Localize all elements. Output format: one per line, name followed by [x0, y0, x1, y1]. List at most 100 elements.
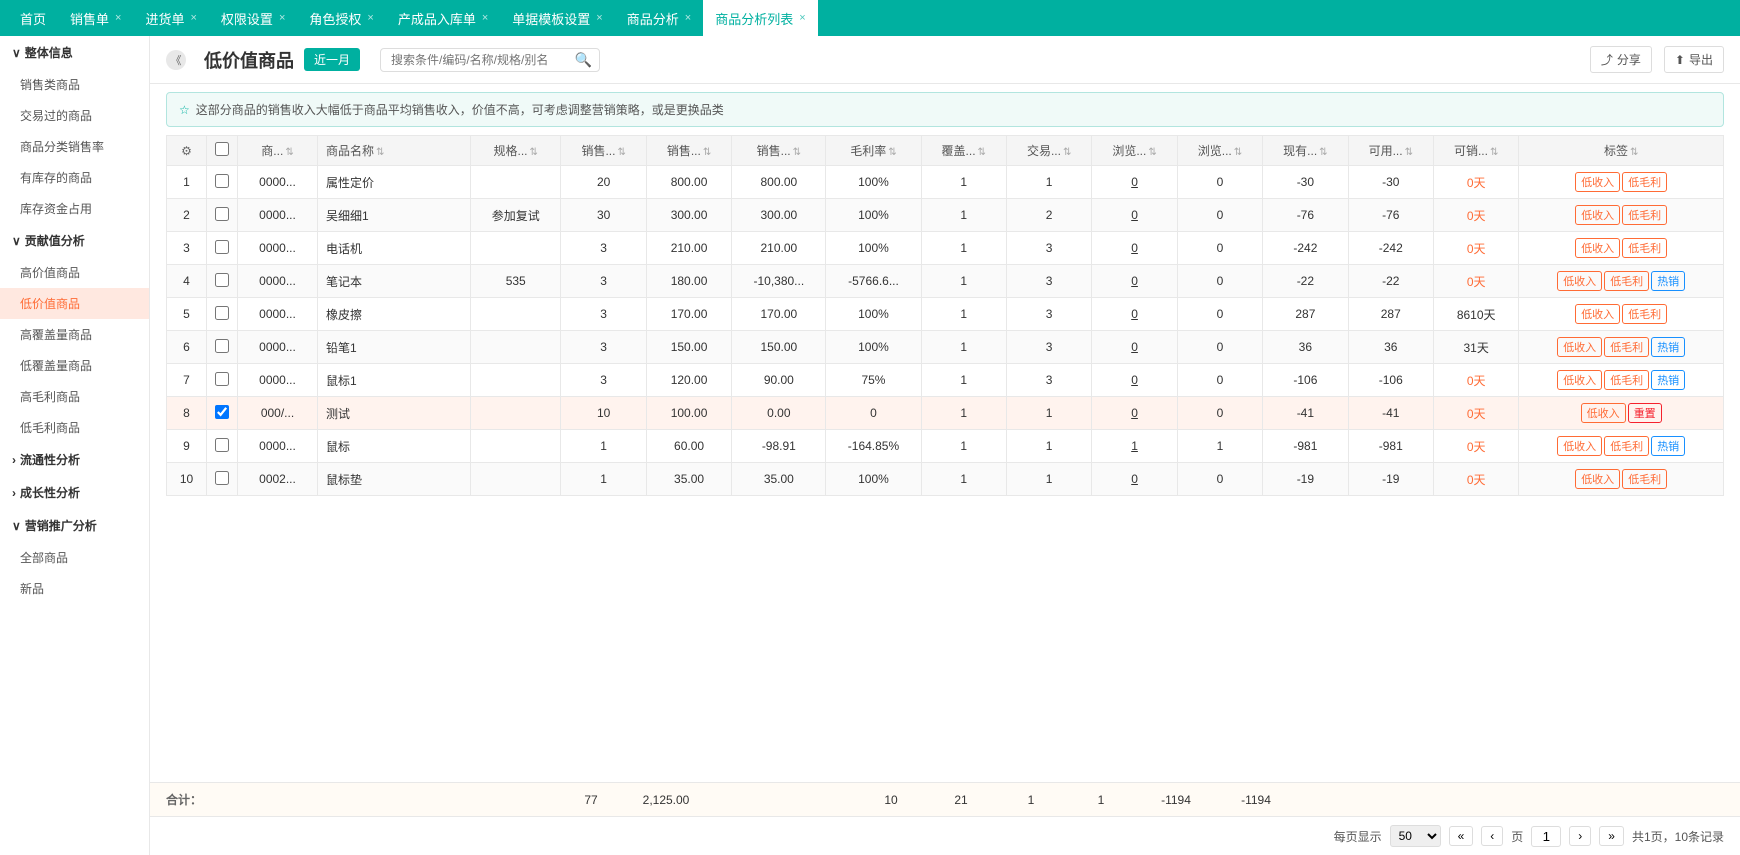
close-role-auth-icon[interactable]: ×	[367, 12, 373, 24]
row-checkbox[interactable]	[215, 372, 229, 386]
row-browse1[interactable]: 0	[1092, 199, 1177, 232]
sidebar-group-marketing[interactable]: ∨ 营销推广分析	[0, 509, 149, 542]
row-checkbox-cell[interactable]	[207, 199, 238, 232]
sidebar-item-inventory-capital[interactable]: 库存资金占用	[0, 193, 149, 224]
row-checkbox[interactable]	[215, 339, 229, 353]
browse-link[interactable]: 0	[1131, 340, 1138, 354]
row-browse1[interactable]: 1	[1092, 430, 1177, 463]
row-browse1[interactable]: 0	[1092, 397, 1177, 430]
browse-link[interactable]: 0	[1131, 241, 1138, 255]
row-checkbox-cell[interactable]	[207, 364, 238, 397]
close-sales-order-icon[interactable]: ×	[115, 12, 121, 24]
sidebar-item-high-margin[interactable]: 高毛利商品	[0, 381, 149, 412]
row-name: 鼠标垫	[318, 463, 471, 496]
row-checkbox[interactable]	[215, 174, 229, 188]
nav-home[interactable]: 首页	[8, 0, 58, 36]
search-input[interactable]	[380, 48, 600, 72]
sidebar-item-all-products[interactable]: 全部商品	[0, 542, 149, 573]
close-permission-icon[interactable]: ×	[279, 12, 285, 24]
browse-link[interactable]: 0	[1131, 373, 1138, 387]
sidebar-collapse-button[interactable]: 《	[166, 50, 186, 70]
row-checkbox[interactable]	[215, 207, 229, 221]
row-checkbox[interactable]	[215, 306, 229, 320]
table-row: 8 000/... 测试 10 100.00 0.00 0 1 1 0 0 -4…	[167, 397, 1724, 430]
nav-template-settings[interactable]: 单据模板设置 ×	[500, 0, 614, 36]
row-browse1[interactable]: 0	[1092, 265, 1177, 298]
page-number-input[interactable]	[1531, 826, 1561, 847]
prev-page-button[interactable]: ‹	[1481, 826, 1503, 846]
browse-link[interactable]: 0	[1131, 472, 1138, 486]
browse-link[interactable]: 1	[1131, 439, 1138, 453]
table-wrapper[interactable]: ⚙ 商...⇅ 商品名称⇅ 规格...⇅ 销售...⇅ 销售...⇅ 销售...…	[150, 135, 1740, 782]
sidebar-group-contribution[interactable]: ∨ 贡献值分析	[0, 224, 149, 257]
sidebar-item-sales-products[interactable]: 销售类商品	[0, 69, 149, 100]
close-product-inbound-icon[interactable]: ×	[482, 12, 488, 24]
row-checkbox[interactable]	[215, 471, 229, 485]
nav-product-inbound[interactable]: 产成品入库单 ×	[386, 0, 500, 36]
sidebar-item-category-sales-rate[interactable]: 商品分类销售率	[0, 131, 149, 162]
row-checkbox-cell[interactable]	[207, 298, 238, 331]
row-checkbox-cell[interactable]	[207, 397, 238, 430]
browse-link[interactable]: 0	[1131, 274, 1138, 288]
browse-link[interactable]: 0	[1131, 307, 1138, 321]
search-button[interactable]: 🔍	[575, 51, 592, 68]
row-sale-qty: 3	[561, 232, 646, 265]
last-page-button[interactable]: »	[1599, 826, 1624, 846]
next-page-button[interactable]: ›	[1569, 826, 1591, 846]
sidebar-item-low-value[interactable]: 低价值商品	[0, 288, 149, 319]
nav-role-auth[interactable]: 角色授权 ×	[297, 0, 385, 36]
row-checkbox-cell[interactable]	[207, 232, 238, 265]
nav-sales-order[interactable]: 销售单 ×	[58, 0, 133, 36]
nav-product-analysis-list[interactable]: 商品分析列表 ×	[703, 0, 817, 36]
sidebar-item-high-value[interactable]: 高价值商品	[0, 257, 149, 288]
row-browse1[interactable]: 0	[1092, 463, 1177, 496]
row-checkbox-cell[interactable]	[207, 331, 238, 364]
product-tag: 重置	[1628, 403, 1662, 423]
row-checkbox-cell[interactable]	[207, 463, 238, 496]
share-button[interactable]: ⤴ 分享	[1590, 46, 1652, 73]
sidebar-item-stocked-products[interactable]: 有库存的商品	[0, 162, 149, 193]
row-checkbox[interactable]	[215, 240, 229, 254]
select-all-checkbox[interactable]	[215, 142, 229, 156]
nav-permission[interactable]: 权限设置 ×	[209, 0, 297, 36]
nav-product-analysis[interactable]: 商品分析 ×	[615, 0, 703, 36]
sidebar-item-low-coverage[interactable]: 低覆盖量商品	[0, 350, 149, 381]
export-icon: ⬆	[1675, 53, 1685, 67]
row-browse1[interactable]: 0	[1092, 166, 1177, 199]
row-checkbox-cell[interactable]	[207, 265, 238, 298]
col-header-checkbox[interactable]	[207, 136, 238, 166]
close-product-analysis-icon[interactable]: ×	[685, 12, 691, 24]
close-purchase-order-icon[interactable]: ×	[190, 12, 196, 24]
nav-purchase-order[interactable]: 进货单 ×	[133, 0, 208, 36]
close-product-analysis-list-icon[interactable]: ×	[799, 12, 805, 24]
sidebar-group-growth[interactable]: › 成长性分析	[0, 476, 149, 509]
table-header-row: ⚙ 商...⇅ 商品名称⇅ 规格...⇅ 销售...⇅ 销售...⇅ 销售...…	[167, 136, 1724, 166]
sidebar-item-new-products[interactable]: 新品	[0, 573, 149, 604]
row-checkbox-cell[interactable]	[207, 430, 238, 463]
browse-link[interactable]: 0	[1131, 208, 1138, 222]
sidebar-group-overall[interactable]: ∨ 整体信息	[0, 36, 149, 69]
export-button[interactable]: ⬆ 导出	[1664, 46, 1724, 73]
row-checkbox[interactable]	[215, 273, 229, 287]
close-template-settings-icon[interactable]: ×	[596, 12, 602, 24]
row-saleable: 0天	[1433, 232, 1518, 265]
row-checkbox[interactable]	[215, 438, 229, 452]
row-checkbox[interactable]	[215, 405, 229, 419]
period-button[interactable]: 近一月	[304, 48, 360, 71]
sidebar-item-high-coverage[interactable]: 高覆盖量商品	[0, 319, 149, 350]
col-header-settings[interactable]: ⚙	[167, 136, 207, 166]
first-page-button[interactable]: «	[1449, 826, 1474, 846]
per-page-select[interactable]: 50 100 200	[1390, 825, 1441, 847]
search-wrapper: 🔍	[370, 48, 600, 72]
browse-link[interactable]: 0	[1131, 175, 1138, 189]
row-browse1[interactable]: 0	[1092, 331, 1177, 364]
row-checkbox-cell[interactable]	[207, 166, 238, 199]
main-layout: ∨ 整体信息 销售类商品 交易过的商品 商品分类销售率 有库存的商品 库存资金占…	[0, 36, 1740, 855]
browse-link[interactable]: 0	[1131, 406, 1138, 420]
sidebar-group-circulation[interactable]: › 流通性分析	[0, 443, 149, 476]
row-browse1[interactable]: 0	[1092, 298, 1177, 331]
row-browse1[interactable]: 0	[1092, 232, 1177, 265]
sidebar-item-low-margin[interactable]: 低毛利商品	[0, 412, 149, 443]
sidebar-item-traded-products[interactable]: 交易过的商品	[0, 100, 149, 131]
row-browse1[interactable]: 0	[1092, 364, 1177, 397]
